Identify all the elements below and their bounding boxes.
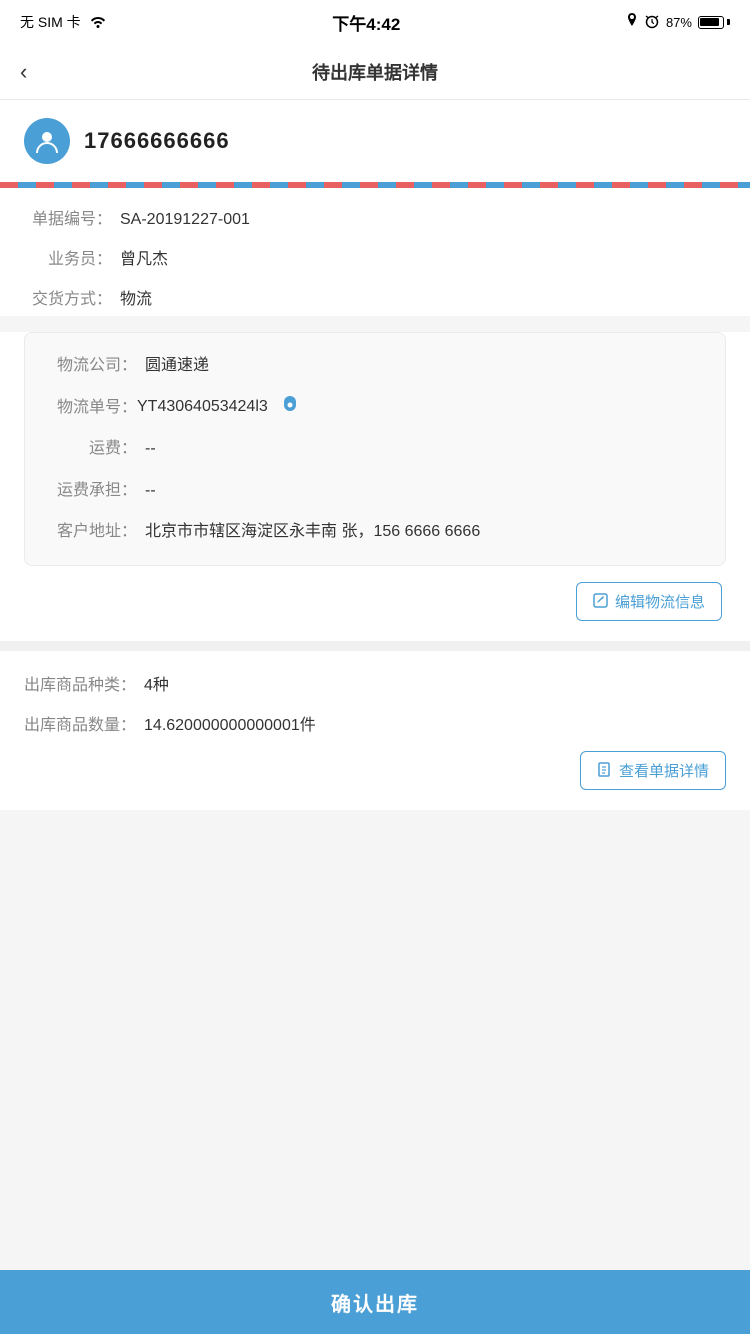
location-status-icon bbox=[626, 13, 638, 32]
delivery-value: 物流 bbox=[120, 288, 726, 312]
status-left: 无 SIM 卡 bbox=[20, 12, 107, 32]
agent-row: 业务员： 曾凡杰 bbox=[24, 248, 726, 272]
goods-types-row: 出库商品种类： 4种 bbox=[24, 671, 726, 695]
carrier-label: 无 SIM 卡 bbox=[20, 12, 81, 32]
document-number-label: 单据编号： bbox=[24, 208, 112, 232]
goods-quantity-row: 出库商品数量： 14.620000000000001件 bbox=[24, 711, 726, 735]
tracking-number: YT43064053424l3 bbox=[137, 398, 268, 416]
document-number-value: SA-20191227-001 bbox=[120, 208, 726, 232]
logistics-company-label: 物流公司： bbox=[49, 353, 137, 379]
logistics-section: 物流公司： 圆通速递 物流单号： YT43064053424l3 运费： -- … bbox=[0, 332, 750, 641]
address-label: 客户地址： bbox=[49, 519, 137, 545]
view-details-button[interactable]: 查看单据详情 bbox=[580, 751, 726, 790]
agent-label: 业务员： bbox=[24, 248, 112, 272]
section-divider bbox=[0, 641, 750, 651]
freight-bearer-row: 运费承担： -- bbox=[49, 478, 701, 504]
goods-section: 出库商品种类： 4种 出库商品数量： 14.620000000000001件 查… bbox=[0, 651, 750, 810]
edit-logistics-button[interactable]: 编辑物流信息 bbox=[576, 582, 722, 621]
agent-value: 曾凡杰 bbox=[120, 248, 726, 272]
tracking-number-row: YT43064053424l3 bbox=[137, 395, 302, 419]
battery-percentage: 87% bbox=[666, 15, 692, 30]
nav-bar: ‹ 待出库单据详情 bbox=[0, 44, 750, 100]
bottom-space bbox=[0, 810, 750, 1010]
edit-logistics-label: 编辑物流信息 bbox=[615, 591, 705, 612]
wifi-icon bbox=[89, 14, 107, 31]
logistics-company-row: 物流公司： 圆通速递 bbox=[49, 353, 701, 379]
tracking-row: 物流单号： YT43064053424l3 bbox=[49, 395, 701, 421]
status-time: 下午4:42 bbox=[332, 10, 400, 35]
goods-types-value: 4种 bbox=[144, 671, 169, 695]
tracking-location-icon[interactable] bbox=[278, 395, 302, 419]
customer-header: 17666666666 bbox=[0, 100, 750, 182]
delivery-row: 交货方式： 物流 bbox=[24, 288, 726, 312]
edit-icon bbox=[593, 593, 609, 609]
customer-phone: 17666666666 bbox=[84, 128, 230, 154]
address-value: 北京市市辖区海淀区永丰南 张，156 6666 6666 bbox=[145, 519, 701, 545]
tracking-label: 物流单号： bbox=[49, 395, 137, 421]
goods-quantity-value: 14.620000000000001件 bbox=[144, 711, 316, 735]
confirm-bar[interactable]: 确认出库 bbox=[0, 1270, 750, 1334]
alarm-icon bbox=[644, 13, 660, 32]
goods-quantity-label: 出库商品数量： bbox=[24, 711, 136, 735]
delivery-label: 交货方式： bbox=[24, 288, 112, 312]
confirm-button-label: 确认出库 bbox=[331, 1288, 419, 1317]
document-info-section: 单据编号： SA-20191227-001 业务员： 曾凡杰 交货方式： 物流 bbox=[0, 188, 750, 316]
logistics-company-value: 圆通速递 bbox=[145, 353, 701, 379]
page-title: 待出库单据详情 bbox=[312, 59, 438, 85]
freight-bearer-label: 运费承担： bbox=[49, 478, 137, 504]
view-details-label: 查看单据详情 bbox=[619, 760, 709, 781]
avatar bbox=[24, 118, 70, 164]
freight-label: 运费： bbox=[49, 436, 137, 462]
status-right: 87% bbox=[626, 13, 730, 32]
back-button[interactable]: ‹ bbox=[20, 55, 37, 89]
freight-row: 运费： -- bbox=[49, 436, 701, 462]
goods-types-label: 出库商品种类： bbox=[24, 671, 136, 695]
address-row: 客户地址： 北京市市辖区海淀区永丰南 张，156 6666 6666 bbox=[49, 519, 701, 545]
status-bar: 无 SIM 卡 下午4:42 87% bbox=[0, 0, 750, 44]
view-details-container: 查看单据详情 bbox=[24, 751, 726, 790]
document-icon bbox=[597, 762, 613, 778]
logistics-card: 物流公司： 圆通速递 物流单号： YT43064053424l3 运费： -- … bbox=[24, 332, 726, 566]
edit-logistics-container: 编辑物流信息 bbox=[24, 582, 726, 621]
freight-bearer-value: -- bbox=[145, 478, 701, 504]
battery-icon bbox=[698, 16, 730, 29]
document-number-row: 单据编号： SA-20191227-001 bbox=[24, 208, 726, 232]
freight-value: -- bbox=[145, 436, 701, 462]
